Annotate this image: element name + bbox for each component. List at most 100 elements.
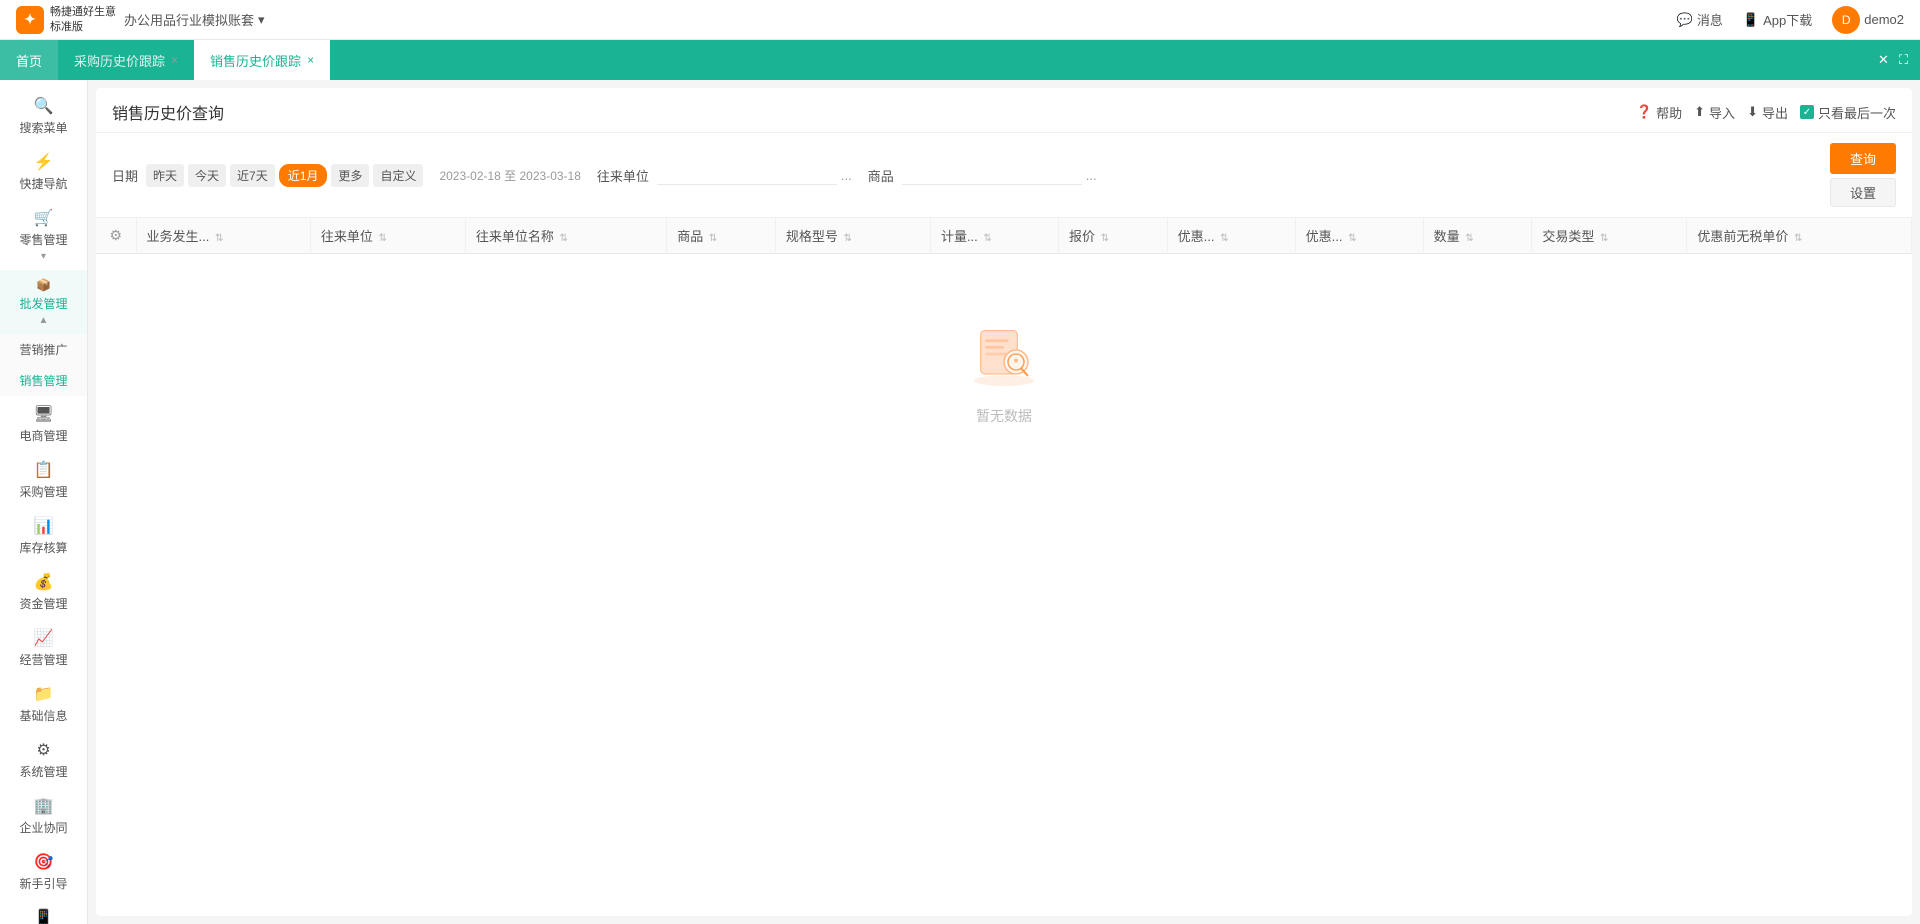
sort-pretax-price-icon[interactable]: ⇅ (1794, 233, 1802, 244)
sort-quantity-icon[interactable]: ⇅ (1465, 233, 1473, 244)
sort-trade-type-icon[interactable]: ⇅ (1600, 233, 1608, 244)
message-button[interactable]: 💬 消息 (1677, 10, 1723, 29)
date-range-text: 2023-02-18 至 2023-03-18 (439, 167, 580, 184)
table-column-spec: 规格型号 ⇅ (775, 218, 930, 254)
sidebar-item-search[interactable]: 🔍 搜索菜单 (0, 88, 87, 144)
date-range-display: 2023-02-18 至 2023-03-18 (439, 167, 580, 184)
app-download-button[interactable]: 📱 App下载 (1743, 10, 1812, 29)
table-column-settings[interactable]: ⚙ (96, 218, 136, 254)
date-filter-group: 日期 昨天 今天 近7天 近1月 更多 自定义 (112, 164, 423, 187)
sidebar: 🔍 搜索菜单 ⚡ 快捷导航 🛒 零售管理 ▾ 📦 批发管理 ▲ 营销推广 销售管… (0, 80, 88, 924)
date-more-btn[interactable]: 更多 (331, 164, 369, 187)
table-column-product: 商品 ⇅ (667, 218, 776, 254)
app-download-icon: 📱 (1743, 12, 1759, 28)
operations-icon: 📈 (34, 628, 54, 648)
tab-purchase-history[interactable]: 采购历史价跟踪 × (58, 40, 194, 80)
tab-home[interactable]: 首页 (0, 40, 58, 80)
help-button[interactable]: ❓ 帮助 (1636, 103, 1682, 122)
sort-product-icon[interactable]: ⇅ (709, 233, 717, 244)
table-header-row: ⚙ 业务发生... ⇅ 往来单位 ⇅ 往来单位名称 ⇅ (96, 218, 1912, 254)
sidebar-item-finance[interactable]: 💰 资金管理 (0, 564, 87, 620)
inventory-icon: 📊 (34, 516, 54, 536)
purchase-icon: 📋 (34, 460, 54, 480)
content-area: 销售历史价查询 ❓ 帮助 ⬆ 导入 ⬇ 导出 ✓ (88, 80, 1920, 924)
table-container: ⚙ 业务发生... ⇅ 往来单位 ⇅ 往来单位名称 ⇅ (96, 218, 1912, 916)
top-bar: ✦ 畅捷通好生意 标准版 办公用品行业模拟账套 ▾ 💬 消息 📱 App下载 D… (0, 0, 1920, 40)
date-today-btn[interactable]: 今天 (188, 164, 226, 187)
export-icon: ⬇ (1747, 104, 1758, 120)
retail-expand-icon: ▾ (41, 251, 46, 262)
ecommerce-icon: 🖥 (33, 404, 53, 424)
table-column-trade-type: 交易类型 ⇅ (1532, 218, 1687, 254)
sidebar-item-new-guide[interactable]: 🎯 新手引导 (0, 844, 87, 900)
settings-button[interactable]: 设置 (1830, 178, 1896, 207)
sidebar-item-quick-nav[interactable]: ⚡ 快捷导航 (0, 144, 87, 200)
product-filter-group: 商品 ... (868, 165, 1097, 185)
sidebar-item-purchase[interactable]: 📋 采购管理 (0, 452, 87, 508)
sidebar-item-inventory[interactable]: 📊 库存核算 (0, 508, 87, 564)
sidebar-item-app-center[interactable]: 📱 应用中心 (0, 900, 87, 924)
checkbox-checked-icon: ✓ (1800, 105, 1814, 119)
date-shortcuts: 昨天 今天 近7天 近1月 更多 自定义 (146, 164, 423, 187)
product-label: 商品 (868, 166, 894, 185)
close-tab-sales-icon[interactable]: × (307, 54, 314, 66)
logo-text: 畅捷通好生意 标准版 (50, 5, 116, 34)
product-ellipsis-btn[interactable]: ... (1086, 168, 1097, 183)
query-button[interactable]: 查询 (1830, 143, 1896, 174)
sidebar-item-retail[interactable]: 🛒 零售管理 ▾ (0, 200, 87, 270)
help-icon: ❓ (1636, 104, 1652, 120)
sidebar-item-basic-info[interactable]: 📁 基础信息 (0, 676, 87, 732)
sort-biz-date-icon[interactable]: ⇅ (215, 233, 223, 244)
sidebar-item-wholesale[interactable]: 📦 批发管理 ▲ (0, 270, 87, 334)
table-column-quantity: 数量 ⇅ (1423, 218, 1532, 254)
maximize-icon[interactable]: ⛶ (1899, 52, 1908, 68)
table-column-biz-date: 业务发生... ⇅ (136, 218, 310, 254)
only-last-checkbox[interactable]: ✓ 只看最后一次 (1800, 103, 1896, 122)
import-button[interactable]: ⬆ 导入 (1694, 103, 1735, 122)
filter-bar: 日期 昨天 今天 近7天 近1月 更多 自定义 2023-02-18 至 202… (96, 133, 1912, 218)
account-selector[interactable]: 办公用品行业模拟账套 ▾ (124, 10, 265, 29)
message-icon: 💬 (1677, 12, 1693, 28)
top-bar-right: 💬 消息 📱 App下载 D demo2 (1677, 6, 1904, 34)
enterprise-icon: 🏢 (34, 796, 54, 816)
sidebar-item-operations[interactable]: 📈 经营管理 (0, 620, 87, 676)
close-window-icon[interactable]: ✕ (1878, 52, 1889, 68)
sort-price-icon[interactable]: ⇅ (1101, 233, 1109, 244)
sort-spec-icon[interactable]: ⇅ (844, 233, 852, 244)
quick-nav-icon: ⚡ (34, 152, 54, 172)
table-column-pretax-price: 优惠前无税单价 ⇅ (1687, 218, 1912, 254)
sort-partner-name-icon[interactable]: ⇅ (559, 233, 567, 244)
page-title: 销售历史价查询 (112, 100, 224, 124)
filter-actions: 查询 设置 (1830, 143, 1896, 207)
sort-unit-icon[interactable]: ⇅ (983, 233, 991, 244)
date-label: 日期 (112, 166, 138, 185)
date-yesterday-btn[interactable]: 昨天 (146, 164, 184, 187)
export-button[interactable]: ⬇ 导出 (1747, 103, 1788, 122)
tab-sales-history[interactable]: 销售历史价跟踪 × (194, 40, 330, 80)
table-column-partner-name: 往来单位名称 ⇅ (465, 218, 666, 254)
date-custom-btn[interactable]: 自定义 (373, 164, 423, 187)
sidebar-item-sales-mgmt[interactable]: 销售管理 (0, 365, 87, 396)
product-input[interactable] (902, 165, 1082, 185)
partner-ellipsis-btn[interactable]: ... (841, 168, 852, 183)
partner-input[interactable] (657, 165, 837, 185)
wholesale-icon: 📦 (36, 278, 51, 292)
empty-state-text: 暂无数据 (976, 406, 1032, 426)
logo-area: ✦ 畅捷通好生意 标准版 (16, 5, 116, 34)
app-center-icon: 📱 (34, 908, 54, 924)
date-7days-btn[interactable]: 近7天 (230, 164, 275, 187)
date-1month-btn[interactable]: 近1月 (279, 164, 328, 187)
product-input-group: ... (902, 165, 1097, 185)
sort-discount1-icon[interactable]: ⇅ (1220, 233, 1228, 244)
partner-label: 往来单位 (597, 166, 649, 185)
user-menu[interactable]: D demo2 (1832, 6, 1904, 34)
page-header: 销售历史价查询 ❓ 帮助 ⬆ 导入 ⬇ 导出 ✓ (96, 88, 1912, 133)
sidebar-item-system[interactable]: ⚙ 系统管理 (0, 732, 87, 788)
sort-discount2-icon[interactable]: ⇅ (1348, 233, 1356, 244)
sort-partner-code-icon[interactable]: ⇅ (378, 233, 386, 244)
sidebar-item-marketing[interactable]: 营销推广 (0, 334, 87, 365)
table-column-discount2: 优惠... ⇅ (1295, 218, 1423, 254)
close-tab-purchase-icon[interactable]: × (171, 54, 178, 66)
sidebar-item-enterprise[interactable]: 🏢 企业协同 (0, 788, 87, 844)
sidebar-item-ecommerce[interactable]: 🖥 电商管理 (0, 396, 87, 452)
